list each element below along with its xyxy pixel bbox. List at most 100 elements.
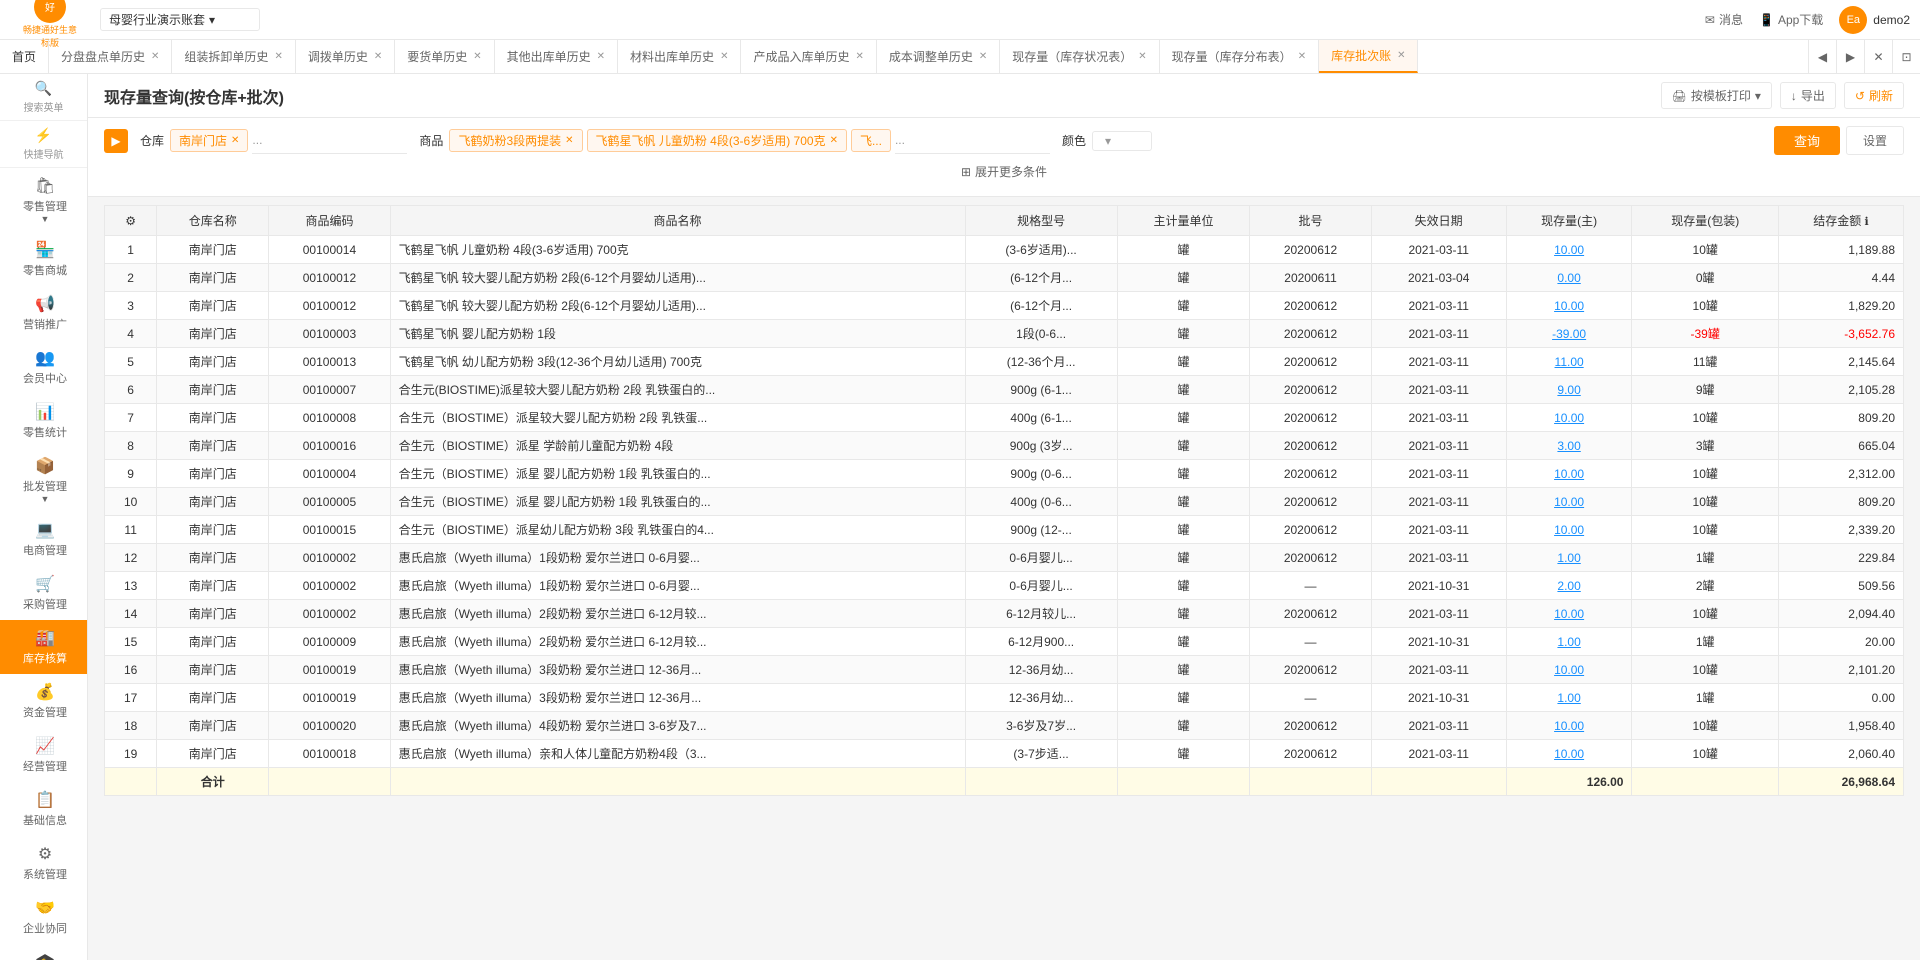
sidebar-item-lingsoufenxi[interactable]: 📊 零售统计	[0, 394, 87, 448]
row-qty-main[interactable]: 1.00	[1506, 684, 1632, 712]
sidebar-item-pifa[interactable]: 📦 批发管理 ▼	[0, 448, 87, 512]
tab-kucun-fen-close[interactable]: ✕	[1298, 51, 1306, 62]
export-button[interactable]: ↓ 导出	[1780, 82, 1836, 109]
row-qty-main[interactable]: 10.00	[1506, 600, 1632, 628]
expand-more-btn[interactable]: ⊞ 展开更多条件	[953, 159, 1055, 184]
tab-next-btn[interactable]: ▶	[1836, 40, 1864, 74]
tab-cailiao-close[interactable]: ✕	[720, 51, 728, 62]
tab-chengben[interactable]: 成本调整单历史 ✕	[877, 40, 1000, 73]
template-print-label: 按模板打印	[1691, 87, 1751, 104]
row-qty-main[interactable]: 3.00	[1506, 432, 1632, 460]
tab-yaohuo-close[interactable]: ✕	[473, 51, 481, 62]
refresh-icon: ↺	[1855, 89, 1865, 103]
sidebar-item-qiye[interactable]: 🤝 企业协同	[0, 890, 87, 944]
tab-zuhe-label: 组装拆卸单历史	[184, 48, 268, 65]
row-qty-main[interactable]: 1.00	[1506, 544, 1632, 572]
product-tag-2-close[interactable]: ✕	[830, 135, 838, 146]
row-qty-main[interactable]: 9.00	[1506, 376, 1632, 404]
tab-close-all-btn[interactable]: ✕	[1864, 40, 1892, 74]
tab-fenku[interactable]: 分盘盘点单历史 ✕	[49, 40, 172, 73]
row-qty-main[interactable]: 10.00	[1506, 516, 1632, 544]
template-print-button[interactable]: 🖨 按模板打印 ▾	[1661, 82, 1772, 109]
tab-tiaopo[interactable]: 调拨单历史 ✕	[296, 40, 395, 73]
row-qty-main[interactable]: 10.00	[1506, 460, 1632, 488]
row-warehouse: 南岸门店	[157, 656, 269, 684]
product-input[interactable]	[895, 128, 1050, 154]
row-qty-main[interactable]: -39.00	[1506, 320, 1632, 348]
setting-button[interactable]: 设置	[1846, 126, 1904, 155]
tab-chengben-close[interactable]: ✕	[979, 51, 987, 62]
row-qty-main[interactable]: 10.00	[1506, 488, 1632, 516]
tab-kucun-fen[interactable]: 现存量（库存分布表） ✕	[1160, 40, 1319, 73]
tab-kucun-zhuang-close[interactable]: ✕	[1138, 51, 1146, 62]
sidebar-item-jichu[interactable]: 📋 基础信息	[0, 782, 87, 836]
message-button[interactable]: ✉ 消息	[1705, 11, 1743, 28]
row-warehouse: 南岸门店	[157, 516, 269, 544]
tab-home[interactable]: 首页	[0, 40, 49, 73]
summary-empty1	[105, 768, 157, 796]
sidebar-item-xitong[interactable]: ⚙ 系统管理	[0, 836, 87, 890]
sidebar-item-yingxiao[interactable]: 📢 营销推广	[0, 286, 87, 340]
xinshou-icon: 🎓	[35, 952, 55, 960]
tab-fenku-close[interactable]: ✕	[151, 51, 159, 62]
sidebar-item-lingshougly[interactable]: 🛍 零售管理 ▼	[0, 168, 87, 232]
row-qty-main[interactable]: 11.00	[1506, 348, 1632, 376]
row-qty-main[interactable]: 10.00	[1506, 404, 1632, 432]
row-qty-main[interactable]: 0.00	[1506, 264, 1632, 292]
tab-cailiao[interactable]: 材料出库单历史 ✕	[618, 40, 741, 73]
tab-chanpin[interactable]: 产成品入库单历史 ✕	[741, 40, 876, 73]
sidebar-item-huiyuan[interactable]: 👥 会员中心	[0, 340, 87, 394]
tab-kucun-pi-close[interactable]: ✕	[1397, 50, 1405, 61]
tab-prev-btn[interactable]: ◀	[1808, 40, 1836, 74]
row-qty-main[interactable]: 10.00	[1506, 712, 1632, 740]
settings-icon[interactable]: ⚙	[125, 214, 136, 228]
sidebar-item-lingsoushangcheng[interactable]: 🏪 零售商城	[0, 232, 87, 286]
tab-qita-close[interactable]: ✕	[597, 51, 605, 62]
product-tag-1[interactable]: 飞鹤奶粉3段两提装 ✕	[449, 129, 582, 152]
tab-more-btn[interactable]: ⊡	[1892, 40, 1920, 74]
row-warehouse: 南岸门店	[157, 628, 269, 656]
row-unit: 罐	[1117, 740, 1250, 768]
sidebar-item-dianshang[interactable]: 💻 电商管理	[0, 512, 87, 566]
sidebar-item-jingying[interactable]: 📈 经营管理	[0, 728, 87, 782]
org-selector[interactable]: 母婴行业演示账套 ▾	[100, 8, 260, 31]
user-profile[interactable]: Ea demo2	[1839, 6, 1910, 34]
query-button[interactable]: 查询	[1774, 126, 1840, 155]
sidebar-item-kucun[interactable]: 🏭 库存核算	[0, 620, 87, 674]
product-tag-1-close[interactable]: ✕	[565, 135, 573, 146]
tab-tiaopo-close[interactable]: ✕	[374, 51, 382, 62]
product-tag-2[interactable]: 飞鹤星飞帆 儿童奶粉 4段(3-6岁适用) 700克 ✕	[587, 129, 847, 152]
row-qty-main[interactable]: 1.00	[1506, 628, 1632, 656]
tab-zuhe-close[interactable]: ✕	[274, 51, 282, 62]
sidebar-search[interactable]: 🔍 搜索英单	[0, 74, 87, 121]
sidebar-item-caigou[interactable]: 🛒 采购管理	[0, 566, 87, 620]
warehouse-tag-nanandianmen[interactable]: 南岸门店 ✕	[170, 129, 248, 152]
tab-qita[interactable]: 其他出库单历史 ✕	[495, 40, 618, 73]
sidebar-item-xinshou[interactable]: 🎓 新手引导	[0, 944, 87, 960]
sidebar-quick-nav[interactable]: ⚡ 快捷导航	[0, 121, 87, 168]
filter-expand-btn[interactable]: ▶	[104, 129, 128, 153]
warehouse-tag-label: 南岸门店	[179, 132, 227, 149]
row-code: 00100002	[269, 600, 390, 628]
row-qty-main[interactable]: 10.00	[1506, 292, 1632, 320]
app-download-button[interactable]: 📱 App下载	[1759, 11, 1823, 28]
tab-kucun-zhuang[interactable]: 现存量（库存状况表） ✕	[1000, 40, 1159, 73]
row-qty-main[interactable]: 10.00	[1506, 740, 1632, 768]
tab-zuhe[interactable]: 组装拆卸单历史 ✕	[172, 40, 295, 73]
tab-kucun-pi[interactable]: 库存批次账 ✕	[1319, 40, 1418, 73]
col-spec: 规格型号	[965, 206, 1117, 236]
sidebar-item-zijin[interactable]: 💰 资金管理	[0, 674, 87, 728]
row-qty-main[interactable]: 10.00	[1506, 656, 1632, 684]
warehouse-input[interactable]	[252, 128, 407, 154]
tab-yaohuo[interactable]: 要货单历史 ✕	[395, 40, 494, 73]
tab-chanpin-close[interactable]: ✕	[855, 51, 863, 62]
row-qty-main[interactable]: 10.00	[1506, 236, 1632, 264]
color-dropdown[interactable]: ▾	[1092, 131, 1152, 151]
row-qty-main[interactable]: 2.00	[1506, 572, 1632, 600]
sidebar-item-yingxiao-label: 营销推广	[23, 316, 67, 332]
col-settings[interactable]: ⚙	[105, 206, 157, 236]
refresh-button[interactable]: ↺ 刷新	[1844, 82, 1904, 109]
row-expire: 2021-03-11	[1371, 600, 1506, 628]
warehouse-tag-close[interactable]: ✕	[231, 135, 239, 146]
product-tag-3[interactable]: 飞...	[851, 129, 891, 152]
